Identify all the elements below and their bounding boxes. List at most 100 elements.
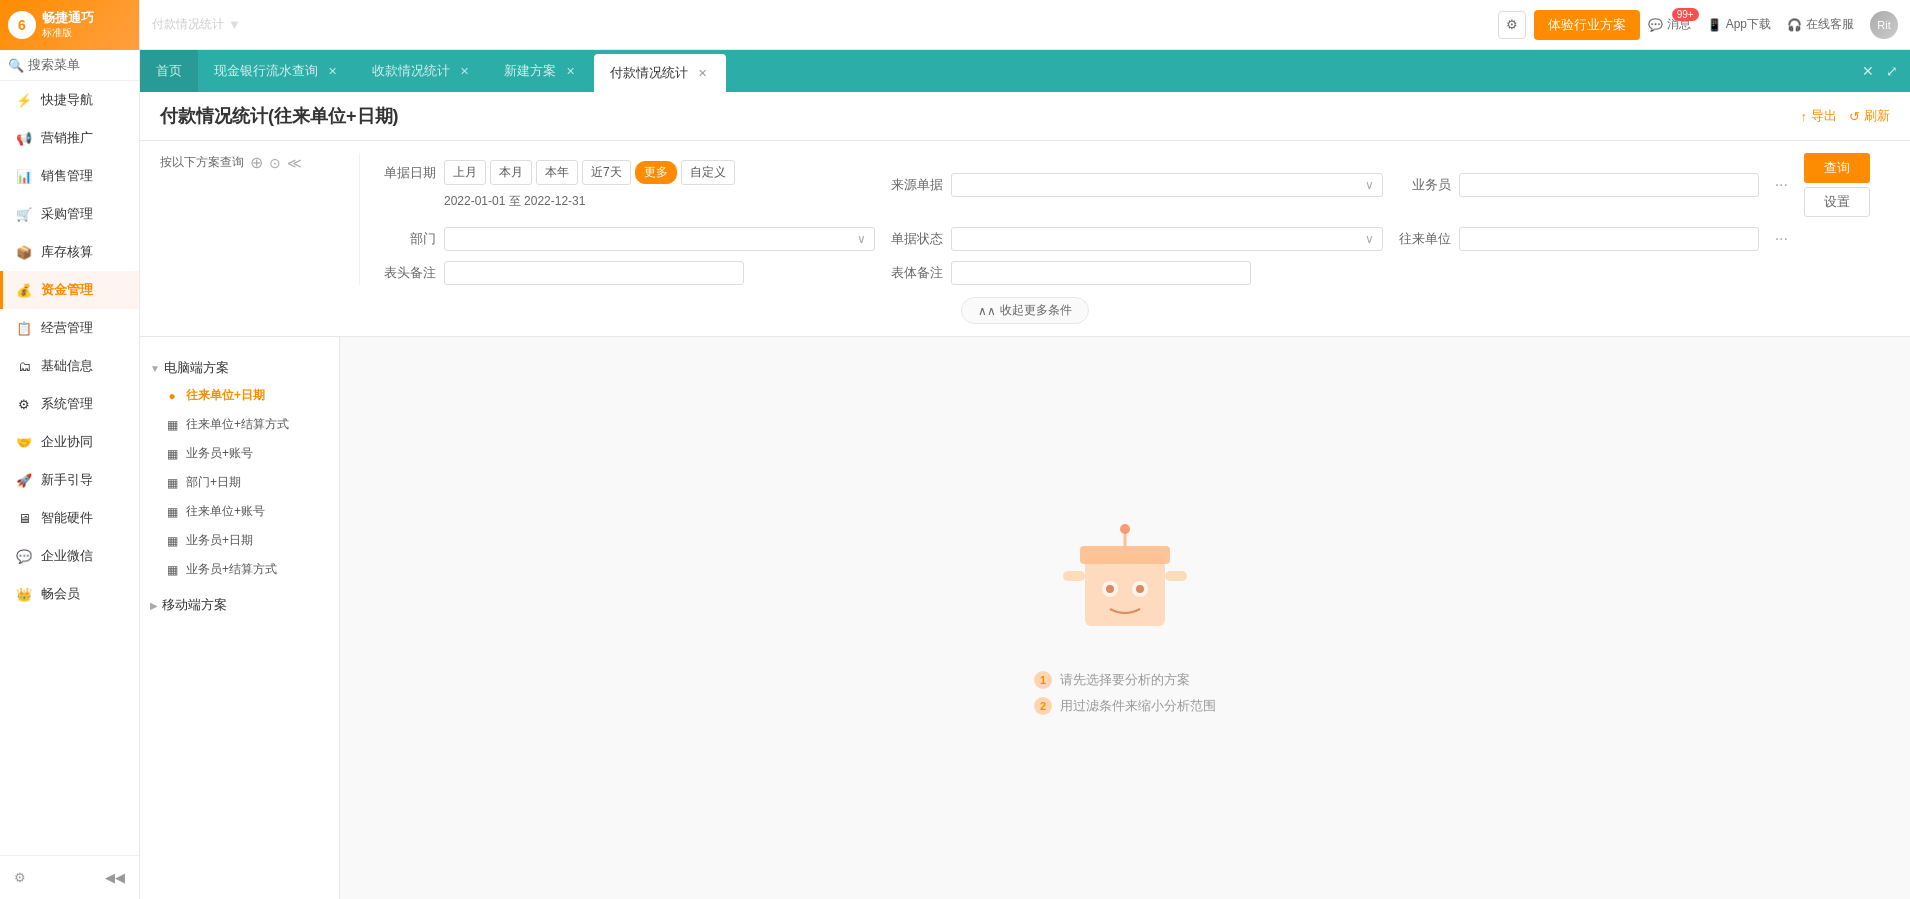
table3-icon: ▦ (164, 533, 180, 549)
date-btn-custom[interactable]: 自定义 (681, 160, 735, 185)
export-btn[interactable]: ↑ 导出 (1801, 107, 1838, 125)
scheme-group-pc-header[interactable]: ▼ 电脑端方案 (140, 355, 339, 381)
salesperson-dots[interactable]: ··· (1767, 176, 1796, 194)
topbar: 付款情况统计 ▼ ⚙ 体验行业方案 💬 消息 99+ 📱 App下载 🎧 在线客… (140, 0, 1910, 50)
scheme-collapse-btn[interactable]: ≪ (287, 155, 302, 171)
empty-svg-illustration (1055, 521, 1195, 651)
tab-maximize-btn[interactable]: ⤢ (1882, 59, 1902, 83)
scheme-settings-btn[interactable]: ⊙ (269, 155, 281, 171)
sidebar-item-label: 企业微信 (41, 547, 93, 565)
collapse-up-icon: ∧∧ (978, 304, 996, 318)
scheme-item-salesperson-date[interactable]: ▦ 业务员+日期 (140, 526, 339, 555)
counterpart-input[interactable] (1459, 227, 1759, 251)
basic-info-icon: 🗂 (15, 357, 33, 375)
sidebar-collapse-btn[interactable]: ◀◀ (101, 866, 129, 889)
date-range-display: 2022-01-01 至 2022-12-31 (376, 193, 585, 210)
operation-icon: 📋 (15, 319, 33, 337)
sidebar-item-marketing[interactable]: 📢 营销推广 (0, 119, 139, 157)
trial-btn[interactable]: 体验行业方案 (1534, 10, 1640, 40)
header-note-input[interactable] (444, 261, 744, 285)
sidebar-item-sales[interactable]: 📊 销售管理 (0, 157, 139, 195)
scheme-item-salesperson-account[interactable]: ▦ 业务员+账号 (140, 439, 339, 468)
message-btn[interactable]: 💬 消息 99+ (1648, 16, 1691, 33)
sidebar-item-label: 基础信息 (41, 357, 93, 375)
app-download-btn[interactable]: 📱 App下载 (1707, 16, 1771, 33)
sidebar-item-purchase[interactable]: 🛒 采购管理 (0, 195, 139, 233)
scheme-add-btn[interactable]: ⊕ (250, 153, 263, 172)
sidebar-item-member[interactable]: 👑 畅会员 (0, 575, 139, 613)
counterpart-label: 往来单位 (1391, 230, 1451, 248)
sidebar-item-inventory[interactable]: 📦 库存核算 (0, 233, 139, 271)
sidebar-item-operation[interactable]: 📋 经营管理 (0, 309, 139, 347)
sidebar-item-quick-nav[interactable]: ⚡ 快捷导航 (0, 81, 139, 119)
source-select[interactable]: ∨ (951, 173, 1382, 197)
tab-home[interactable]: 首页 (140, 50, 198, 92)
scheme-item-dept-date[interactable]: ▦ 部门+日期 (140, 468, 339, 497)
export-label: 导出 (1811, 107, 1837, 125)
sidebar-item-enterprise[interactable]: 🤝 企业协同 (0, 423, 139, 461)
tab-new-scheme[interactable]: 新建方案 ✕ (488, 50, 594, 92)
sidebar-item-guide[interactable]: 🚀 新手引导 (0, 461, 139, 499)
filter-header-note-cell: 表头备注 (376, 261, 875, 285)
tab-new-close[interactable]: ✕ (562, 63, 578, 79)
user-avatar[interactable]: Rit (1870, 11, 1898, 39)
tabbar-right: ✕ ⤢ (1850, 50, 1910, 92)
scheme-group-mobile-header[interactable]: ▶ 移动端方案 (140, 592, 339, 618)
table-icon: ▦ (164, 417, 180, 433)
sidebar-item-label: 智能硬件 (41, 509, 93, 527)
tab-bank-close[interactable]: ✕ (324, 63, 340, 79)
settings-btn[interactable]: 设置 (1804, 187, 1870, 217)
query-btn[interactable]: 查询 (1804, 153, 1870, 183)
date-btn-7days[interactable]: 近7天 (582, 160, 631, 185)
system-icon: ⚙ (15, 395, 33, 413)
source-select-chevron: ∨ (1365, 178, 1374, 192)
hardware-icon: 🖥 (15, 509, 33, 527)
scheme-item-counterpart-account[interactable]: ▦ 往来单位+账号 (140, 497, 339, 526)
sidebar-item-basic-info[interactable]: 🗂 基础信息 (0, 347, 139, 385)
tab-payment-stat[interactable]: 付款情况统计 ✕ (594, 54, 726, 92)
tab-payment-close[interactable]: ✕ (694, 65, 710, 81)
bar-icon: ▦ (164, 504, 180, 520)
date-btn-this-year[interactable]: 本年 (536, 160, 578, 185)
counterpart-dots[interactable]: ··· (1767, 230, 1796, 248)
empty-hint-2-text: 用过滤条件来缩小分析范围 (1060, 697, 1216, 715)
collapse-row: ∧∧ 收起更多条件 (160, 297, 1890, 324)
export-icon: ↑ (1801, 109, 1808, 124)
date-btn-this-month[interactable]: 本月 (490, 160, 532, 185)
tab-bank[interactable]: 现金银行流水查询 ✕ (198, 50, 356, 92)
collapse-label: 收起更多条件 (1000, 302, 1072, 319)
sidebar-item-label: 营销推广 (41, 129, 93, 147)
collapse-btn[interactable]: ∧∧ 收起更多条件 (961, 297, 1089, 324)
scheme-item-counterpart-date[interactable]: ● 往来单位+日期 (140, 381, 339, 410)
date-btn-last-month[interactable]: 上月 (444, 160, 486, 185)
scheme-item-counterpart-settle[interactable]: ▦ 往来单位+结算方式 (140, 410, 339, 439)
search-menu[interactable]: 🔍 搜索菜单 (0, 50, 139, 81)
sidebar-item-label: 库存核算 (41, 243, 93, 261)
sidebar-item-hardware[interactable]: 🖥 智能硬件 (0, 499, 139, 537)
sidebar-item-capital[interactable]: 💰 资金管理 (0, 271, 139, 309)
sidebar-settings-btn[interactable]: ⚙ (10, 866, 30, 889)
scheme-item-label: 业务员+结算方式 (186, 561, 277, 578)
tab-close-all-btn[interactable]: ✕ (1858, 59, 1878, 83)
status-select[interactable]: ∨ (951, 227, 1382, 251)
salesperson-input[interactable] (1459, 173, 1759, 197)
topbar-settings-btn[interactable]: ⚙ (1498, 11, 1526, 39)
filter-status-cell: 单据状态 ∨ (883, 227, 1382, 251)
date-btn-more[interactable]: 更多 (635, 161, 677, 184)
scheme-item-salesperson-settle[interactable]: ▦ 业务员+结算方式 (140, 555, 339, 584)
empty-illustration (1055, 521, 1195, 651)
tab-new-label: 新建方案 (504, 62, 556, 80)
salesperson-label: 业务员 (1391, 176, 1451, 194)
refresh-btn[interactable]: ↺ 刷新 (1849, 107, 1890, 125)
tab-receipt-stat[interactable]: 收款情况统计 ✕ (356, 50, 488, 92)
filter-main-row: 按以下方案查询 ⊕ ⊙ ≪ 单据日期 (160, 153, 1890, 285)
tab-bank-label: 现金银行流水查询 (214, 62, 318, 80)
app-version: 标准版 (42, 26, 94, 40)
sidebar-item-wechat[interactable]: 💬 企业微信 (0, 537, 139, 575)
dept-select[interactable]: ∨ (444, 227, 875, 251)
filter-date-cell: 单据日期 上月 本月 本年 近7天 更多 自定义 2022 (376, 160, 875, 210)
tab-receipt-close[interactable]: ✕ (456, 63, 472, 79)
online-service-btn[interactable]: 🎧 在线客服 (1787, 16, 1854, 33)
sidebar-item-system[interactable]: ⚙ 系统管理 (0, 385, 139, 423)
body-note-input[interactable] (951, 261, 1251, 285)
